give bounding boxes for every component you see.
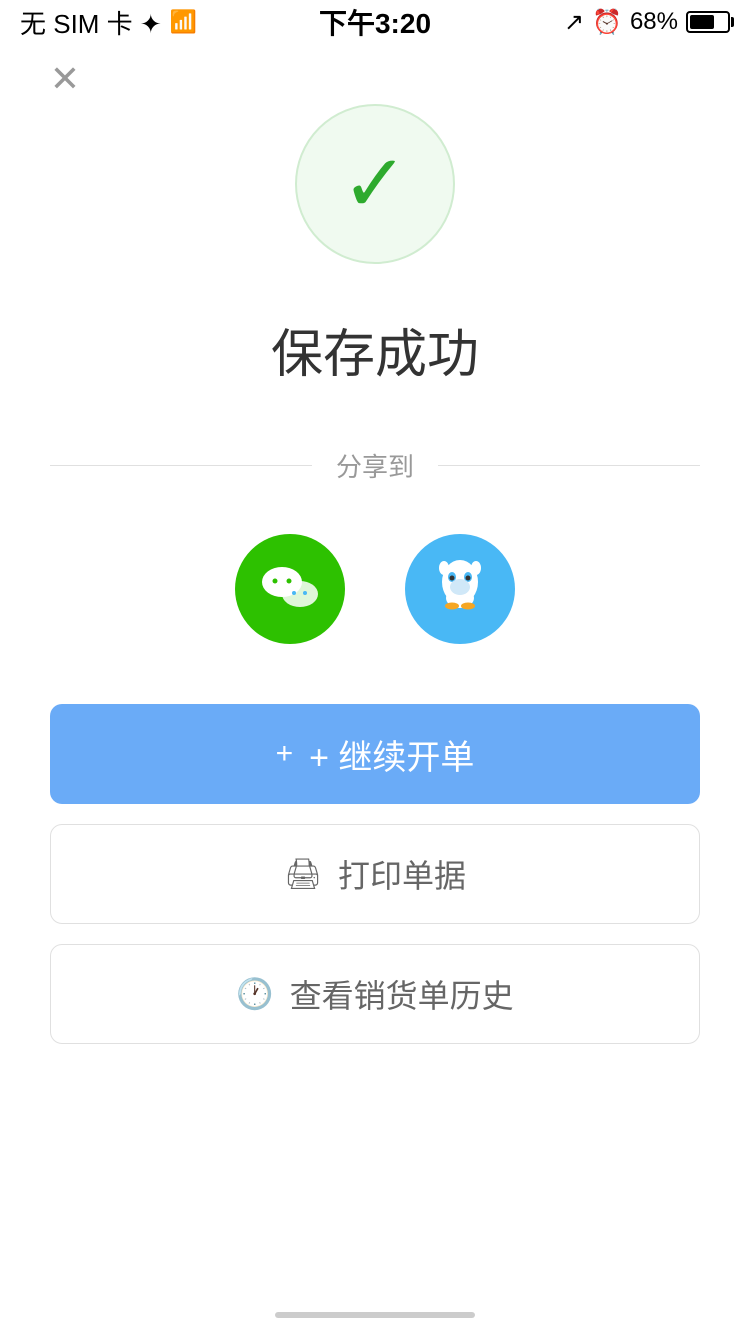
checkmark-icon: ✓ [341, 144, 408, 224]
location-icon: ↗ [564, 8, 584, 37]
battery-percent: 68% [630, 8, 678, 36]
close-button[interactable]: ✕ [40, 54, 90, 104]
continue-button[interactable]: + + 继续开单 [50, 704, 700, 804]
home-indicator [275, 1312, 475, 1318]
print-icon: 🖨 [284, 857, 322, 892]
history-button[interactable]: 🕐 查看销货单历史 [50, 944, 700, 1044]
share-label: 分享到 [312, 447, 438, 484]
main-content: ✓ 保存成功 分享到 [0, 44, 750, 1044]
clock-icon: 🕐 [236, 977, 273, 1012]
action-buttons: + + 继续开单 🖨 打印单据 🕐 查看销货单历史 [0, 704, 750, 1044]
success-title: 保存成功 [271, 312, 479, 387]
continue-button-label: + 继续开单 [309, 730, 474, 779]
status-left: 无 SIM 卡 ✦ 📶 [20, 4, 197, 41]
wechat-icon [258, 562, 323, 617]
status-time: 下午3:20 [319, 2, 431, 42]
print-button-label: 打印单据 [338, 851, 466, 897]
wechat-share-button[interactable] [235, 534, 345, 644]
divider-line-right [438, 465, 700, 466]
wifi-icon: 📶 [170, 9, 197, 35]
plus-icon: + [276, 737, 294, 771]
battery-indicator [686, 11, 730, 33]
qq-share-button[interactable] [405, 534, 515, 644]
alarm-icon: ⏰ [592, 8, 622, 37]
share-divider: 分享到 [50, 447, 700, 484]
share-section: 分享到 [0, 447, 750, 644]
share-icons-container [50, 534, 700, 644]
qq-icon [428, 554, 493, 624]
history-button-label: 查看销货单历史 [290, 971, 514, 1017]
print-button[interactable]: 🖨 打印单据 [50, 824, 700, 924]
status-right: ↗ ⏰ 68% [564, 8, 730, 37]
close-icon: ✕ [50, 61, 80, 97]
no-sim-text: 无 SIM 卡 ✦ [20, 4, 162, 41]
status-bar: 无 SIM 卡 ✦ 📶 下午3:20 ↗ ⏰ 68% [0, 0, 750, 44]
divider-line-left [50, 465, 312, 466]
success-circle: ✓ [295, 104, 455, 264]
